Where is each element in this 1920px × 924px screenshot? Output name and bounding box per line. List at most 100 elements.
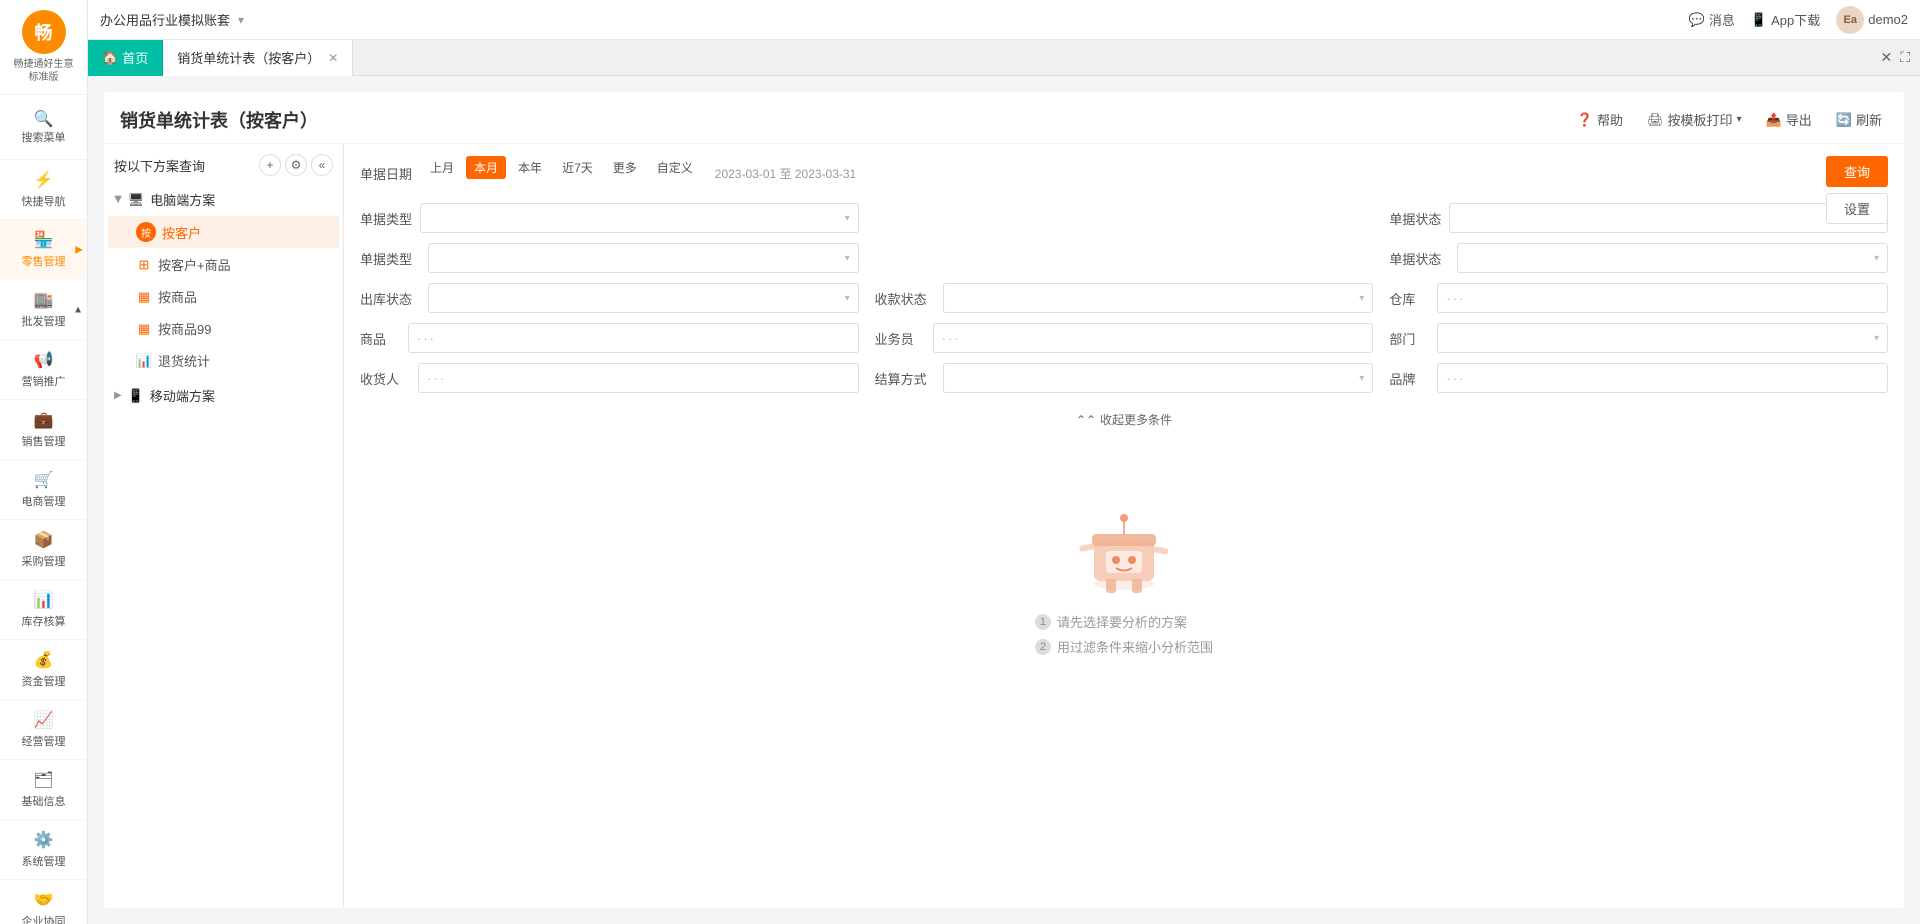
breadcrumb-dropdown-icon[interactable]: ▾ (238, 13, 244, 27)
export-button[interactable]: 📤 导出 (1760, 106, 1818, 133)
brand-dots: ··· (1446, 371, 1465, 386)
salesman-input[interactable]: ··· (933, 323, 1374, 353)
out-status-select[interactable]: ▾ (428, 283, 859, 313)
tab-sales-stat[interactable]: 销货单统计表（按客户） ✕ (163, 40, 353, 76)
main-area: 办公用品行业模拟账套 ▾ 💬 消息 📱 App下载 Ea demo2 🏠 首页 … (88, 0, 1920, 924)
sidebar-item-marketing[interactable]: 📢 营销推广 (0, 340, 87, 400)
filter-row-1: 单据类型 ▾ 单据状态 (360, 203, 1888, 233)
brand-input[interactable]: ··· (1437, 363, 1888, 393)
bill-status-input[interactable]: ▾ (1449, 203, 1888, 233)
header-left: 办公用品行业模拟账套 ▾ (100, 10, 244, 29)
date-range-display: 2023-03-01 至 2023-03-31 (715, 165, 856, 182)
scheme-item-by-goods99[interactable]: ▦ 按商品99 (108, 313, 339, 344)
avatar: Ea (1836, 6, 1864, 34)
receiver-input[interactable]: ··· (418, 363, 859, 393)
tab-close-icon[interactable]: ✕ (328, 51, 338, 65)
filter-grid-4: 收货人 ··· 结算方式 ▾ (360, 363, 1888, 393)
date-btn-thismonth[interactable]: 本月 (466, 156, 506, 179)
sidebar-item-search[interactable]: 🔍 搜索菜单 (6, 103, 81, 151)
payment-status-row: 收款状态 ▾ (875, 283, 1374, 313)
hint2-num: 2 (1035, 639, 1051, 655)
return-stat-label: 退货统计 (158, 351, 210, 370)
basic-icon: 🗂 (33, 770, 53, 790)
sidebar-item-finance[interactable]: 💰 资金管理 (0, 640, 87, 700)
collapse-panel-button[interactable]: « (311, 154, 333, 176)
bill-type-input[interactable]: ▾ (420, 203, 859, 233)
warehouse-input[interactable]: ··· (1437, 283, 1888, 313)
scheme-group-desktop-header[interactable]: ▶ 🖥 电脑端方案 (104, 184, 343, 215)
sidebar-item-inventory-label: 库存核算 (22, 613, 66, 629)
sidebar-item-sales[interactable]: 💼 销售管理 (0, 400, 87, 460)
filter-grid-3: 商品 ··· 业务员 ··· (360, 323, 1888, 353)
scheme-settings-button[interactable]: ⚙ (285, 154, 307, 176)
sidebar-item-company[interactable]: 🤝 企业协同 (0, 880, 87, 924)
sidebar-item-wholesale[interactable]: 🏬 批发管理 ▲ (0, 280, 87, 340)
empty-text: 1 请先选择要分析的方案 2 用过滤条件来缩小分析范围 (1035, 612, 1213, 662)
messages-button[interactable]: 💬 消息 (1689, 10, 1735, 29)
bill-status-select[interactable]: ▾ (1457, 243, 1888, 273)
add-scheme-button[interactable]: + (259, 154, 281, 176)
user-menu[interactable]: Ea demo2 (1836, 6, 1908, 34)
settings-button[interactable]: 设置 (1826, 193, 1888, 224)
sidebar-item-ecom[interactable]: 🛒 电商管理 (0, 460, 87, 520)
empty-col (875, 243, 1374, 273)
help-button[interactable]: ❓ 帮助 (1571, 106, 1629, 133)
by-customer-icon: 按 (136, 222, 156, 242)
by-goods-label: 按商品 (158, 287, 197, 306)
scheme-item-return-stat[interactable]: 📊 退货统计 (108, 345, 339, 376)
date-btn-custom[interactable]: 自定义 (649, 156, 701, 179)
warehouse-label: 仓库 (1389, 289, 1429, 308)
page-header: 销货单统计表（按客户） ❓ 帮助 🖨 按模板打印 ▾ 📤 导出 (104, 92, 1904, 144)
department-row: 部门 ▾ (1389, 323, 1888, 353)
filter-grid-1: 单据类型 ▾ 单据状态 ▾ (360, 243, 1888, 273)
collapse-icon: « (319, 158, 326, 172)
scheme-item-by-customer-goods[interactable]: ⊞ 按客户+商品 (108, 249, 339, 280)
sidebar-item-basic-label: 基础信息 (22, 793, 66, 809)
bill-type-row: 单据类型 ▾ (360, 243, 859, 273)
sidebar-item-basic[interactable]: 🗂 基础信息 (0, 760, 87, 820)
scheme-item-by-customer[interactable]: 按 按客户 (108, 216, 339, 248)
refresh-button[interactable]: 🔄 刷新 (1830, 106, 1888, 133)
desktop-group-icon: 🖥 (128, 192, 145, 208)
sidebar-item-system[interactable]: ⚙️ 系统管理 (0, 820, 87, 880)
sidebar-item-inventory[interactable]: 📊 库存核算 (0, 580, 87, 640)
payment-method-label: 结算方式 (875, 369, 935, 388)
date-btn-lastmonth[interactable]: 上月 (422, 156, 462, 179)
sales-icon: 💼 (34, 410, 54, 430)
payment-method-select[interactable]: ▾ (943, 363, 1374, 393)
refresh-label: 刷新 (1856, 110, 1882, 129)
goods-input[interactable]: ··· (408, 323, 859, 353)
sidebar-item-ops[interactable]: 📈 经营管理 (0, 700, 87, 760)
scheme-group-mobile: ▶ 📱 移动端方案 (104, 380, 343, 411)
bill-status-filter: 单据状态 ▾ (1389, 203, 1888, 233)
tab-home[interactable]: 🏠 首页 (88, 40, 163, 76)
app-download-button[interactable]: 📱 App下载 (1751, 10, 1820, 29)
sidebar-search-label: 搜索菜单 (22, 129, 66, 145)
sidebar-nav: ⚡ 快捷导航 🏪 零售管理 ▶ 🏬 批发管理 ▲ 📢 营销推广 💼 销售管理 🛒… (0, 160, 87, 924)
sidebar-item-retail[interactable]: 🏪 零售管理 ▶ (0, 220, 87, 280)
bill-type-select[interactable]: ▾ (428, 243, 859, 273)
collapse-conditions-button[interactable]: ⌃⌃ 收起更多条件 (360, 403, 1888, 436)
scheme-item-by-goods[interactable]: ▦ 按商品 (108, 281, 339, 312)
print-template-button[interactable]: 🖨 按模板打印 ▾ (1641, 106, 1748, 133)
date-btn-more[interactable]: 更多 (605, 156, 645, 179)
close-window-icon[interactable]: ✕ (1880, 49, 1892, 66)
department-select[interactable]: ▾ (1437, 323, 1888, 353)
date-btn-7days[interactable]: 近7天 (554, 156, 601, 179)
sidebar-item-purchase[interactable]: 📦 采购管理 (0, 520, 87, 580)
system-icon: ⚙️ (34, 830, 54, 850)
message-icon: 💬 (1689, 12, 1705, 28)
maximize-icon[interactable]: ⛶ (1900, 49, 1910, 66)
query-button[interactable]: 查询 (1826, 156, 1888, 187)
date-btn-thisyear[interactable]: 本年 (510, 156, 550, 179)
left-panel-actions: + ⚙ « (259, 154, 333, 176)
salesman-dots: ··· (942, 331, 961, 346)
payment-status-select[interactable]: ▾ (943, 283, 1374, 313)
sidebar-item-quicknav[interactable]: ⚡ 快捷导航 (0, 160, 87, 220)
scheme-group-mobile-header[interactable]: ▶ 📱 移动端方案 (104, 380, 343, 411)
by-goods-icon: ▦ (136, 289, 152, 305)
collapse-up-icon: ⌃⌃ (1076, 413, 1096, 427)
company-icon: 🤝 (34, 890, 54, 910)
department-arrow: ▾ (1874, 333, 1879, 344)
receiver-label: 收货人 (360, 369, 410, 388)
